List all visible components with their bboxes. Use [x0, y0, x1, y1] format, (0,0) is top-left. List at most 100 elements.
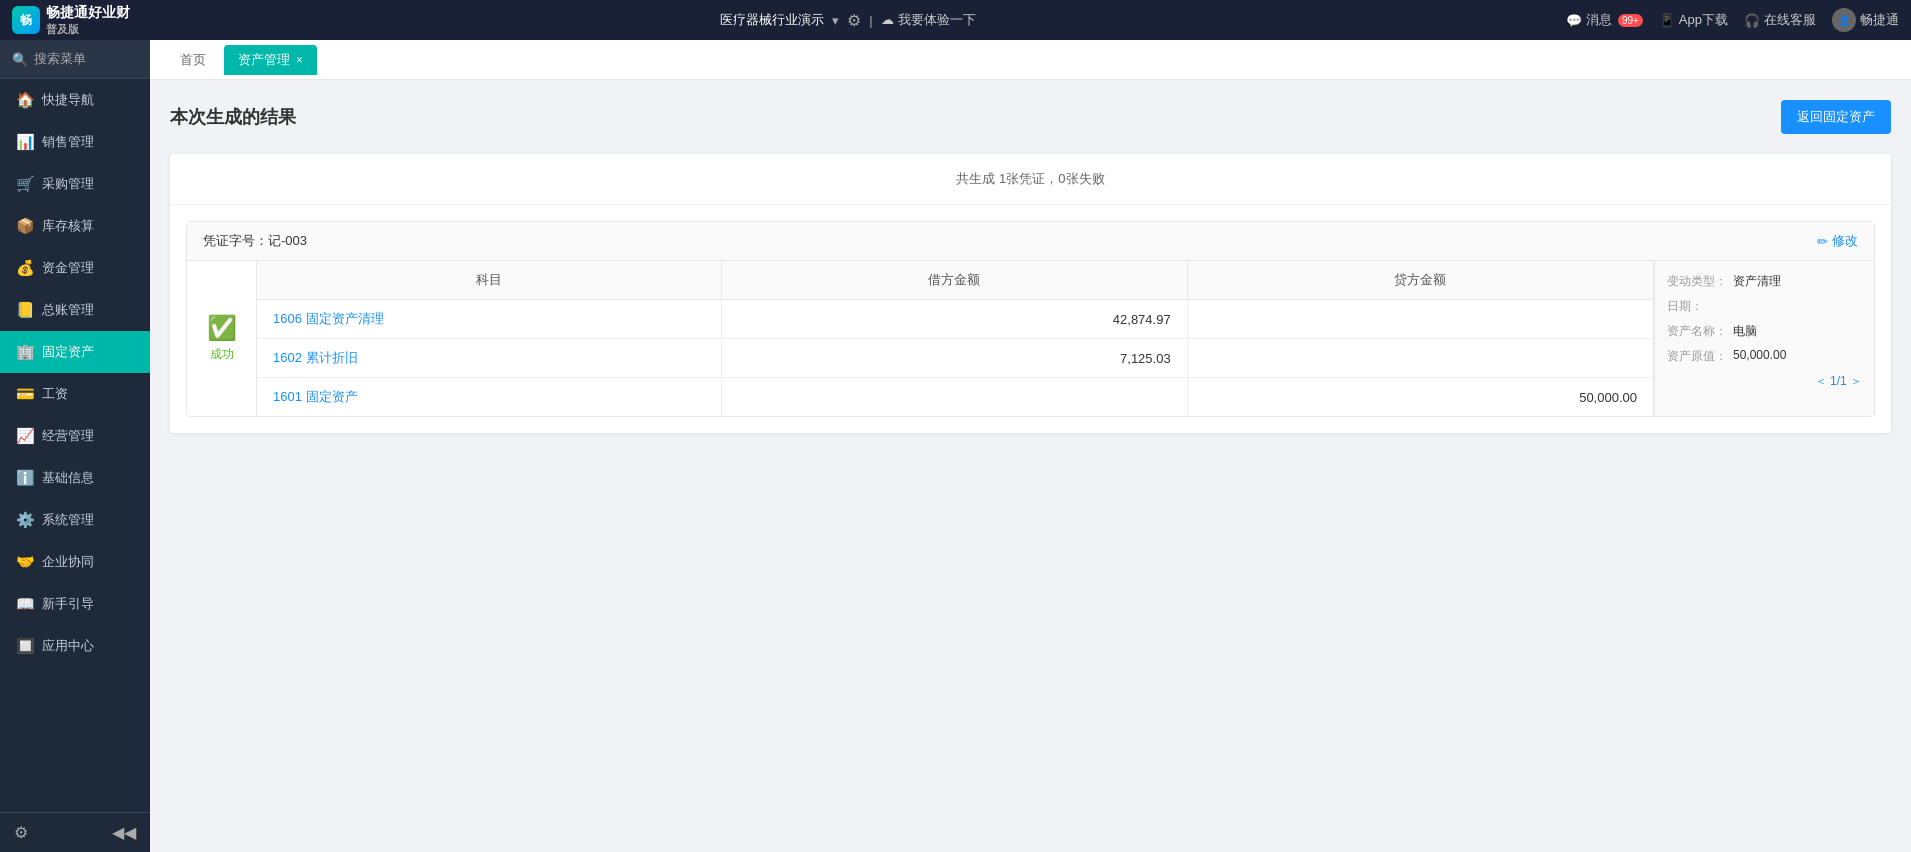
logo-icon: 畅: [12, 6, 40, 34]
detail-asset-name: 资产名称： 电脑: [1667, 323, 1862, 340]
sidebar-item-purchase[interactable]: 🛒 采购管理: [0, 163, 150, 205]
change-type-value: 资产清理: [1733, 273, 1781, 290]
page-content: 本次生成的结果 返回固定资产 共生成 1张凭证，0张失败 凭证字号：记-003 …: [150, 80, 1911, 852]
sidebar-item-label: 基础信息: [42, 469, 94, 487]
sidebar-item-label: 快捷导航: [42, 91, 94, 109]
table-header: 科目 借方金额 贷方金额: [257, 261, 1653, 300]
sidebar-item-sales[interactable]: 📊 销售管理: [0, 121, 150, 163]
handshake-icon: 🤝: [16, 553, 34, 571]
sidebar-item-app-center[interactable]: 🔲 应用中心: [0, 625, 150, 667]
topbar-experience[interactable]: ☁我要体验一下: [881, 11, 976, 29]
tab-bar: 首页 资产管理 ×: [150, 40, 1911, 80]
sidebar-item-payroll[interactable]: 💳 工资: [0, 373, 150, 415]
voucher-header: 凭证字号：记-003 ✏ 修改: [187, 222, 1874, 261]
sidebar-item-inventory[interactable]: 📦 库存核算: [0, 205, 150, 247]
voucher-number: 凭证字号：记-003: [203, 232, 307, 250]
topbar-app-name: 畅捷通好业财: [46, 4, 130, 22]
card-icon: 💳: [16, 385, 34, 403]
sidebar-item-fixed-assets[interactable]: 🏢 固定资产: [0, 331, 150, 373]
sidebar-item-label: 系统管理: [42, 511, 94, 529]
mobile-icon: 📱: [1659, 13, 1675, 28]
user-avatar: 👤: [1832, 8, 1856, 32]
sidebar-item-label: 工资: [42, 385, 68, 403]
td-subject-0[interactable]: 1606 固定资产清理: [257, 300, 722, 338]
detail-panel: 变动类型： 资产清理 日期： 资产名称： 电脑: [1654, 261, 1874, 416]
th-credit: 贷方金额: [1188, 261, 1653, 299]
td-credit-1: [1188, 339, 1653, 377]
sidebar-item-basic-info[interactable]: ℹ️ 基础信息: [0, 457, 150, 499]
tab-home[interactable]: 首页: [166, 45, 220, 75]
headset-icon: 🎧: [1744, 13, 1760, 28]
messages-badge: 99+: [1618, 14, 1643, 27]
td-credit-0: [1188, 300, 1653, 338]
td-subject-2[interactable]: 1601 固定资产: [257, 378, 722, 416]
sidebar-search[interactable]: 🔍 搜索菜单: [0, 40, 150, 79]
td-debit-2: [722, 378, 1187, 416]
sidebar-item-quick-nav[interactable]: 🏠 快捷导航: [0, 79, 150, 121]
sidebar-bottom: ⚙ ◀◀: [0, 812, 150, 852]
sidebar-item-operations[interactable]: 📈 经营管理: [0, 415, 150, 457]
apps-icon: 🔲: [16, 637, 34, 655]
message-icon: 💬: [1566, 13, 1582, 28]
pagination-prev[interactable]: ＜: [1815, 374, 1827, 388]
tab-close-icon[interactable]: ×: [296, 53, 303, 67]
topbar-user[interactable]: 👤 畅捷通: [1832, 8, 1899, 32]
td-debit-1: 7,125.03: [722, 339, 1187, 377]
td-debit-0: 42,874.97: [722, 300, 1187, 338]
voucher-content: ✅ 成功 科目 借方金额 贷方金额 1606 固定资产清理: [187, 261, 1874, 416]
sidebar-item-label: 应用中心: [42, 637, 94, 655]
main-layout: 🔍 搜索菜单 🏠 快捷导航 📊 销售管理 🛒 采购管理 📦 库存核算 💰 资金管…: [0, 40, 1911, 852]
date-label: 日期：: [1667, 298, 1703, 315]
result-summary: 共生成 1张凭证，0张失败: [170, 154, 1891, 205]
detail-date: 日期：: [1667, 298, 1862, 315]
sidebar-item-ledger[interactable]: 📒 总账管理: [0, 289, 150, 331]
topbar-edition: 普及版: [46, 22, 130, 37]
tab-asset-management[interactable]: 资产管理 ×: [224, 45, 317, 75]
voucher-section: 凭证字号：记-003 ✏ 修改 ✅ 成功: [186, 221, 1875, 417]
sidebar-item-label: 资金管理: [42, 259, 94, 277]
building-icon: 🏢: [16, 343, 34, 361]
sidebar-item-system[interactable]: ⚙️ 系统管理: [0, 499, 150, 541]
change-type-label: 变动类型：: [1667, 273, 1727, 290]
topbar-app-download[interactable]: 📱 App下载: [1659, 11, 1728, 29]
topbar-right: 💬 消息 99+ 📱 App下载 🎧 在线客服 👤 畅捷通: [1566, 8, 1899, 32]
topbar-messages[interactable]: 💬 消息 99+: [1566, 11, 1643, 29]
sidebar-settings-icon[interactable]: ⚙: [14, 823, 28, 842]
topbar-settings-icon[interactable]: ⚙: [847, 11, 861, 30]
pagination-next[interactable]: ＞: [1850, 374, 1862, 388]
table-row: 1606 固定资产清理 42,874.97: [257, 300, 1653, 339]
detail-pagination: ＜ 1/1 ＞: [1667, 373, 1862, 390]
detail-change-type: 变动类型： 资产清理: [1667, 273, 1862, 290]
sidebar-collapse-icon[interactable]: ◀◀: [112, 823, 136, 842]
result-card: 共生成 1张凭证，0张失败 凭证字号：记-003 ✏ 修改 ✅ 成功: [170, 154, 1891, 433]
sidebar-item-label: 采购管理: [42, 175, 94, 193]
topbar-online-service[interactable]: 🎧 在线客服: [1744, 11, 1816, 29]
success-icon: ✅: [207, 314, 237, 342]
sidebar-item-label: 库存核算: [42, 217, 94, 235]
topbar-company: 医疗器械行业演示: [720, 11, 824, 29]
home-icon: 🏠: [16, 91, 34, 109]
return-fixed-assets-button[interactable]: 返回固定资产: [1781, 100, 1891, 134]
edit-button[interactable]: ✏ 修改: [1817, 232, 1858, 250]
cart-icon: 🛒: [16, 175, 34, 193]
sidebar-item-label: 固定资产: [42, 343, 94, 361]
page-header: 本次生成的结果 返回固定资产: [170, 100, 1891, 134]
th-debit: 借方金额: [722, 261, 1187, 299]
sidebar-item-guide[interactable]: 📖 新手引导: [0, 583, 150, 625]
success-text: 成功: [210, 346, 234, 363]
box-icon: 📦: [16, 217, 34, 235]
sidebar-item-enterprise[interactable]: 🤝 企业协同: [0, 541, 150, 583]
money-icon: 💰: [16, 259, 34, 277]
chart-icon: 📊: [16, 133, 34, 151]
sidebar-item-label: 总账管理: [42, 301, 94, 319]
tab-asset-management-label: 资产管理: [238, 51, 290, 69]
topbar-dropdown-icon[interactable]: ▾: [832, 13, 839, 28]
page-title: 本次生成的结果: [170, 105, 296, 129]
td-credit-2: 50,000.00: [1188, 378, 1653, 416]
sidebar-item-label: 经营管理: [42, 427, 94, 445]
sidebar-item-finance[interactable]: 💰 资金管理: [0, 247, 150, 289]
td-subject-1[interactable]: 1602 累计折旧: [257, 339, 722, 377]
edit-icon: ✏: [1817, 234, 1828, 249]
original-value-value: 50,000.00: [1733, 348, 1786, 365]
topbar: 畅 畅捷通好业财 普及版 医疗器械行业演示 ▾ ⚙ | ☁我要体验一下 💬 消息…: [0, 0, 1911, 40]
